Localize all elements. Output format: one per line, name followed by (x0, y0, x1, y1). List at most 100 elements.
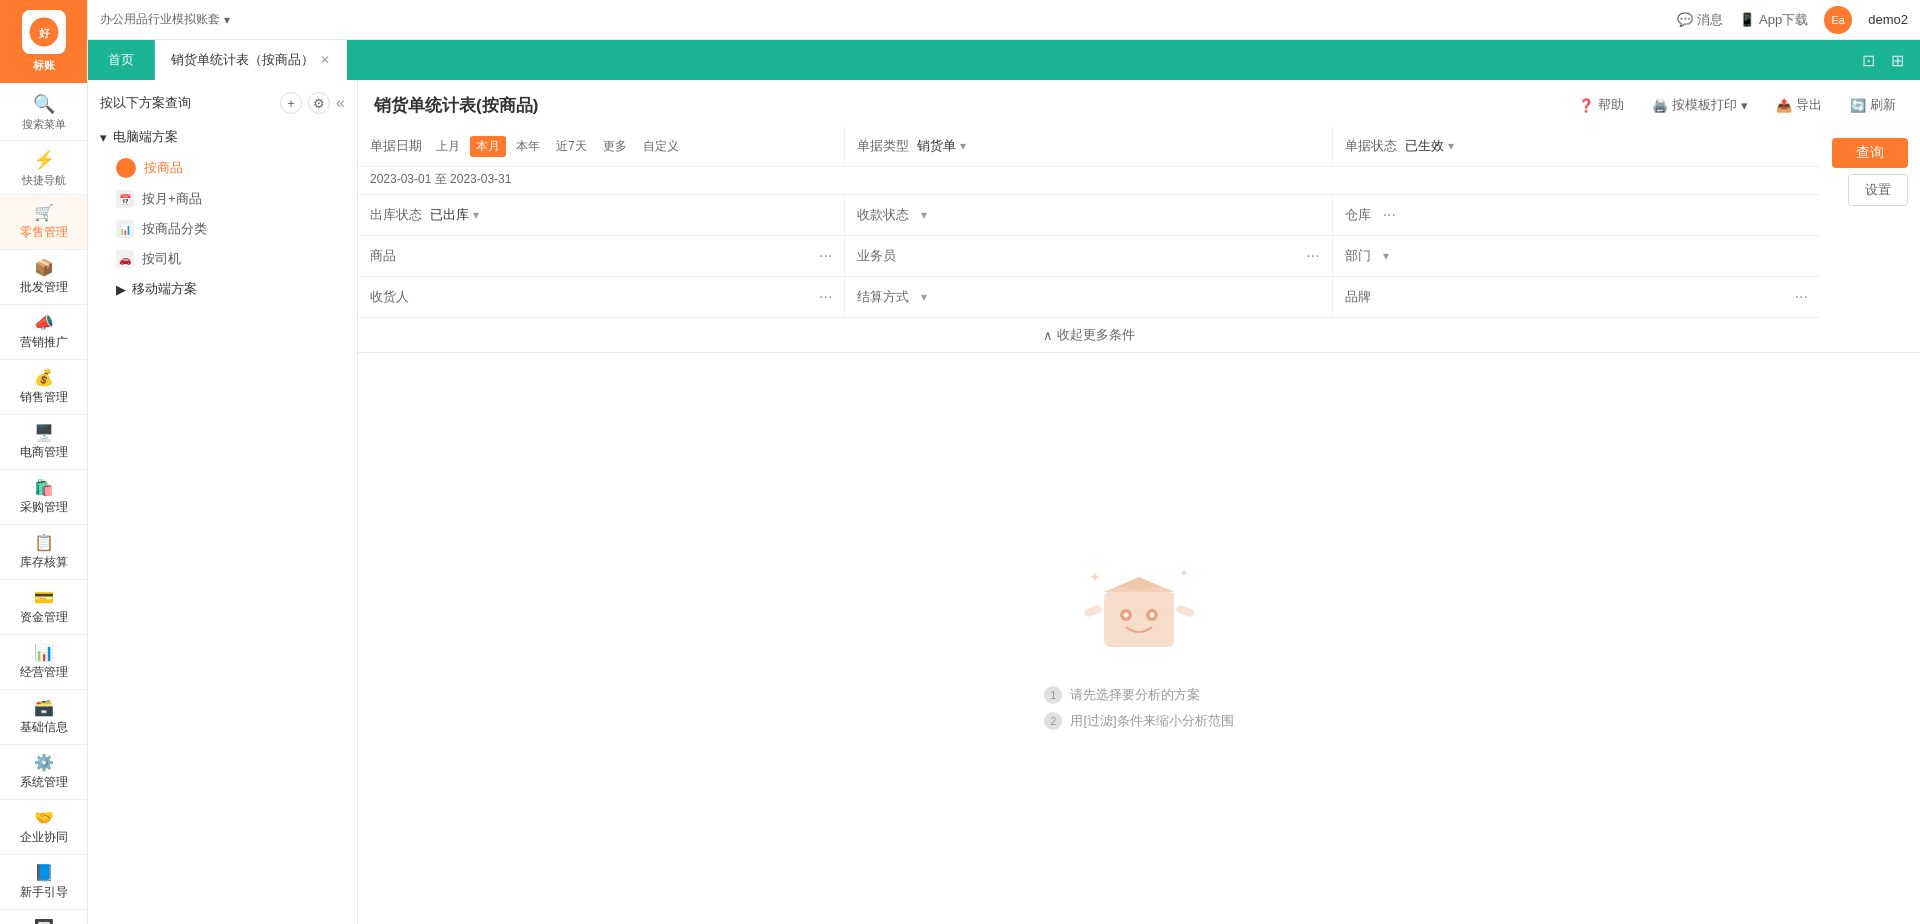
warehouse-more[interactable]: ··· (1383, 206, 1396, 224)
brand-value: ··· (1379, 288, 1808, 306)
salesman-more[interactable]: ··· (1306, 247, 1319, 265)
base-icon: 🗃️ (34, 698, 54, 717)
svg-text:好: 好 (37, 27, 50, 39)
settlement-dropdown[interactable]: ▾ (921, 290, 927, 304)
sidebar-item-operations[interactable]: 📊 经营管理 (0, 635, 87, 690)
goods-input[interactable] (404, 249, 815, 264)
sidebar-item-enterprise[interactable]: 🤝 企业协同 (0, 800, 87, 855)
sidebar-item-finance[interactable]: 💳 资金管理 (0, 580, 87, 635)
svg-text:✦: ✦ (1089, 569, 1101, 585)
date-tab-custom[interactable]: 自定义 (637, 136, 685, 157)
sidebar-item-guide[interactable]: 📘 新手引导 (0, 855, 87, 910)
date-tab-7days[interactable]: 近7天 (550, 136, 593, 157)
scheme-item-by-month-goods[interactable]: 📅 按月+商品 (88, 184, 357, 214)
department-dropdown[interactable]: ▾ (1383, 249, 1389, 263)
page-body: 按以下方案查询 + ⚙ « ▾ 电脑端方案 按商品 (88, 80, 1920, 924)
recipient-input[interactable] (417, 290, 815, 305)
tip-text-1: 请先选择要分析的方案 (1070, 686, 1200, 704)
recipient-value: ··· (417, 288, 832, 306)
svg-rect-7 (1083, 604, 1103, 618)
scheme-icon-by-month-goods: 📅 (116, 190, 134, 208)
app-download-btn[interactable]: 📱 App下载 (1739, 11, 1808, 29)
sidebar-item-retail[interactable]: 🛒 零售管理 (0, 195, 87, 250)
tab-active[interactable]: 销货单统计表（按商品） ✕ (155, 40, 347, 80)
main-content: 办公用品行业模拟账套 ▾ 💬 消息 📱 App下载 Ea demo2 首页 销货… (88, 0, 1920, 924)
operations-label: 经营管理 (20, 664, 68, 681)
svg-text:✦: ✦ (1179, 566, 1189, 580)
goods-more[interactable]: ··· (819, 247, 832, 265)
scheme-icon-by-category: 📊 (116, 220, 134, 238)
empty-tip-1: 1 请先选择要分析的方案 (1044, 686, 1233, 704)
search-btn[interactable]: 查询 (1832, 138, 1908, 168)
scheme-item-by-category[interactable]: 📊 按商品分类 (88, 214, 357, 244)
tab-maximize-btn[interactable]: ⊞ (1887, 47, 1908, 74)
sidebar-search[interactable]: 🔍 搜索菜单 (0, 83, 87, 141)
recipient-more[interactable]: ··· (819, 288, 832, 306)
date-tab-current-year[interactable]: 本年 (510, 136, 546, 157)
appstore-icon: 🔲 (34, 918, 54, 924)
sidebar-item-sales[interactable]: 💰 销售管理 (0, 360, 87, 415)
warehouse-value: ··· (1379, 206, 1808, 224)
date-tab-more[interactable]: 更多 (597, 136, 633, 157)
scheme-item-by-driver[interactable]: 🚗 按司机 (88, 244, 357, 274)
export-btn[interactable]: 📤 导出 (1768, 92, 1830, 118)
sidebar-item-wholesale[interactable]: 📦 批发管理 (0, 250, 87, 305)
settings-scheme-btn[interactable]: ⚙ (308, 92, 330, 114)
sidebar-item-ecommerce[interactable]: 🖥️ 电商管理 (0, 415, 87, 470)
doctype-dropdown[interactable]: ▾ (960, 139, 966, 153)
tab-minimize-btn[interactable]: ⊡ (1858, 47, 1879, 74)
help-btn[interactable]: ❓ 帮助 (1570, 92, 1632, 118)
filter-recipient-cell: 收货人 ··· (358, 277, 845, 317)
salesman-value: ··· (904, 247, 1319, 265)
ecommerce-icon: 🖥️ (34, 423, 54, 442)
scheme-item-by-goods[interactable]: 按商品 (88, 152, 357, 184)
sidebar-item-appstore[interactable]: 🔲 应用中心 (0, 910, 87, 924)
pc-scheme-group-header[interactable]: ▾ 电脑端方案 (88, 122, 357, 152)
outstatus-dropdown[interactable]: ▾ (473, 208, 479, 222)
user-label: Ea (1832, 14, 1845, 26)
breadcrumb-arrow: ▾ (224, 13, 230, 27)
sidebar-quick-nav[interactable]: ⚡ 快捷导航 (0, 141, 87, 195)
filter-settlement-cell: 结算方式 ▾ (845, 277, 1332, 317)
app-logo[interactable]: 好 标账 (0, 0, 87, 83)
refresh-btn[interactable]: 🔄 刷新 (1842, 92, 1904, 118)
tab-home[interactable]: 首页 (88, 40, 155, 80)
system-label: 系统管理 (20, 774, 68, 791)
username-label: demo2 (1868, 12, 1908, 27)
scheme-label-by-category: 按商品分类 (142, 220, 207, 238)
date-tab-prev-month[interactable]: 上月 (430, 136, 466, 157)
mobile-scheme-group-header[interactable]: ▶ 移动端方案 (88, 274, 357, 304)
app-download-icon: 📱 (1739, 12, 1755, 27)
guide-icon: 📘 (34, 863, 54, 882)
topbar: 办公用品行业模拟账套 ▾ 💬 消息 📱 App下载 Ea demo2 (88, 0, 1920, 40)
sidebar-item-purchase[interactable]: 🛍️ 采购管理 (0, 470, 87, 525)
scheme-label-by-driver: 按司机 (142, 250, 181, 268)
right-content: 销货单统计表(按商品) ❓ 帮助 🖨️ 按模板打印 ▾ 📤 (358, 80, 1920, 924)
guide-label: 新手引导 (20, 884, 68, 901)
expand-icon: ▾ (100, 130, 107, 145)
message-btn[interactable]: 💬 消息 (1677, 11, 1723, 29)
collapse-scheme-btn[interactable]: « (336, 94, 345, 112)
sidebar-item-base[interactable]: 🗃️ 基础信息 (0, 690, 87, 745)
docstatus-label: 单据状态 (1345, 137, 1397, 155)
tabbar-controls: ⊡ ⊞ (1846, 47, 1920, 74)
salesman-input[interactable] (904, 249, 1302, 264)
purchase-label: 采购管理 (20, 499, 68, 516)
sidebar-item-inventory[interactable]: 📋 库存核算 (0, 525, 87, 580)
docstatus-dropdown[interactable]: ▾ (1448, 139, 1454, 153)
user-avatar[interactable]: Ea (1824, 6, 1852, 34)
collapse-conditions-btn[interactable]: ∧ 收起更多条件 (358, 318, 1820, 352)
sidebar-item-system[interactable]: ⚙️ 系统管理 (0, 745, 87, 800)
filter-body: 单据日期 上月 本月 本年 近7天 更多 自定义 (358, 126, 1920, 352)
brand-input[interactable] (1379, 290, 1791, 305)
scheme-panel-tools: + ⚙ « (280, 92, 345, 114)
settings-btn[interactable]: 设置 (1848, 174, 1908, 206)
sidebar-item-marketing[interactable]: 📣 营销推广 (0, 305, 87, 360)
empty-tips: 1 请先选择要分析的方案 2 用[过滤]条件来缩小分析范围 (1044, 686, 1233, 730)
receiptstatus-dropdown[interactable]: ▾ (921, 208, 927, 222)
add-scheme-btn[interactable]: + (280, 92, 302, 114)
tab-close-icon[interactable]: ✕ (320, 53, 330, 67)
brand-more[interactable]: ··· (1795, 288, 1808, 306)
date-tab-current-month[interactable]: 本月 (470, 136, 506, 157)
template-print-btn[interactable]: 🖨️ 按模板打印 ▾ (1644, 92, 1756, 118)
